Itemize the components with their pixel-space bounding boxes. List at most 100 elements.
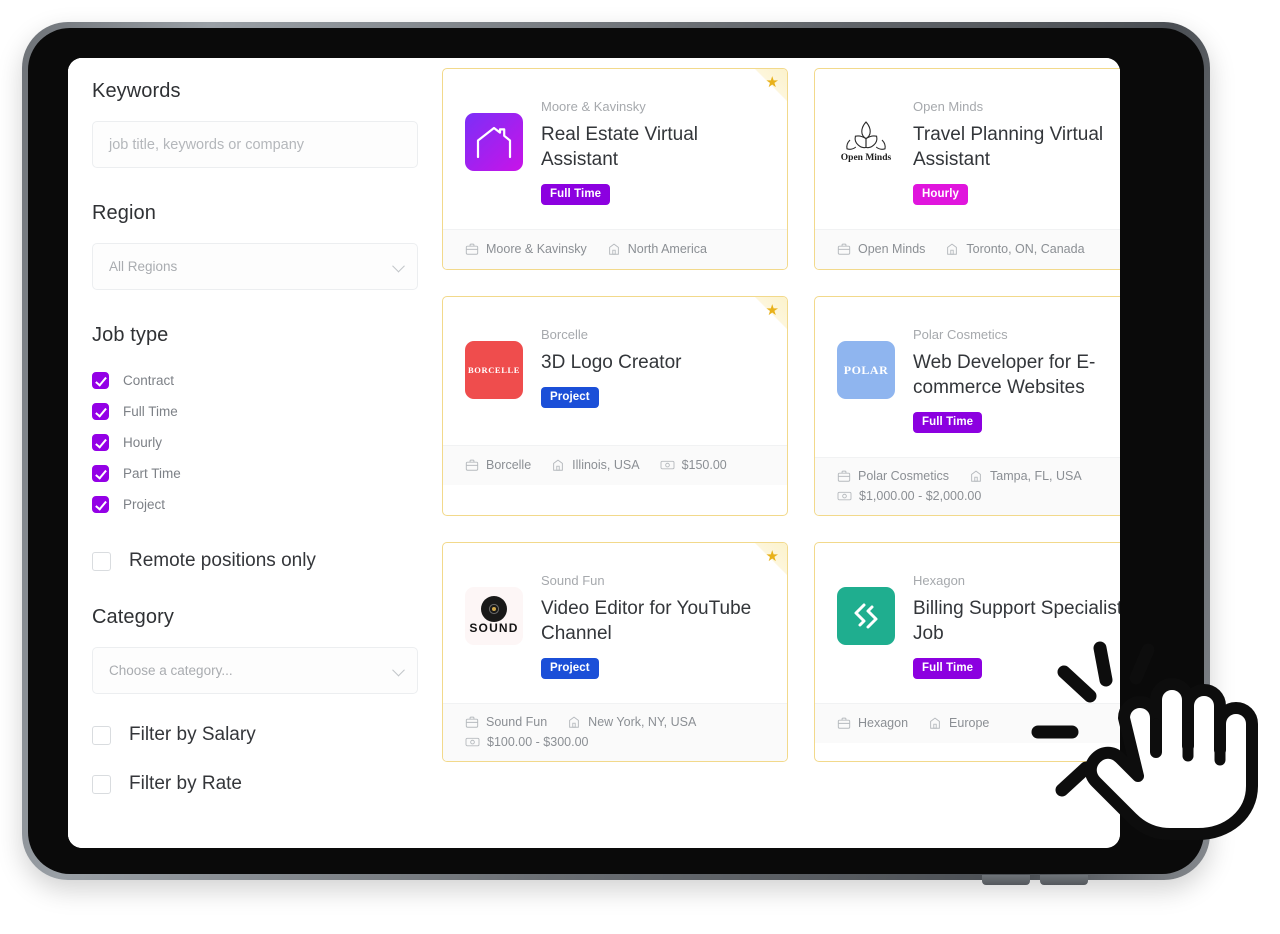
meta-location-text: North America — [627, 242, 707, 257]
briefcase-icon — [465, 243, 479, 255]
meta-company-text: Open Minds — [858, 242, 926, 257]
meta-location: New York, NY, USA — [567, 715, 696, 729]
meta-company-text: Polar Cosmetics — [858, 469, 949, 484]
meta-location: Toronto, ON, Canada — [945, 241, 1085, 257]
meta-salary-text: $150.00 — [681, 458, 727, 473]
featured-ribbon: ★ — [725, 297, 787, 359]
money-icon — [465, 738, 480, 747]
remote-positions-only-row[interactable]: Remote positions only — [92, 550, 414, 572]
job-card[interactable]: ★ — [814, 68, 1120, 271]
meta-location: Tampa, FL, USA — [969, 469, 1082, 483]
featured-ribbon: ★ — [725, 543, 787, 605]
checkbox-project[interactable] — [92, 496, 109, 513]
job-card-company: Hexagon — [913, 573, 966, 589]
job-type-heading: Job type — [92, 324, 169, 346]
job-card-texts: Polar Cosmetics Web Developer for E-comm… — [913, 327, 1120, 434]
region-select[interactable]: All Regions — [92, 243, 418, 290]
category-select[interactable]: Choose a category... — [92, 647, 418, 694]
checkbox-filter-by-salary[interactable] — [92, 725, 111, 745]
location-building-icon — [947, 243, 958, 255]
checkbox-remote-positions-only[interactable] — [92, 551, 111, 571]
star-icon: ★ — [765, 302, 779, 320]
borcelle-wordmark: BORCELLE — [467, 365, 521, 376]
open-minds-wordmark: Open Minds — [841, 153, 892, 163]
job-card-list: ★ Moore & Kavinsky Real Estate Virtual A… — [442, 68, 1120, 763]
featured-ribbon: ★ — [1097, 69, 1120, 131]
job-card-body: Hexagon Billing Support Specialist Job F… — [815, 543, 1120, 703]
keywords-input[interactable]: job title, keywords or company — [92, 121, 418, 168]
job-card[interactable]: ★ Hexagon Billing Support — [814, 542, 1120, 763]
job-card[interactable]: ★ BORCELLE Borcelle 3D Logo Creator Proj… — [442, 296, 788, 517]
meta-company-text: Hexagon — [858, 716, 909, 731]
checkbox-filter-by-rate[interactable] — [92, 774, 111, 794]
keywords-heading: Keywords — [92, 80, 181, 102]
meta-salary-text: $100.00 - $300.00 — [487, 735, 589, 750]
featured-ribbon: ★ — [725, 69, 787, 131]
job-type-option-project[interactable]: Project — [92, 489, 414, 520]
job-card-title[interactable]: Web Developer for E-commerce Websites — [913, 350, 1120, 401]
meta-company: Open Minds — [837, 241, 925, 257]
meta-company: Borcelle — [465, 457, 531, 473]
meta-location: North America — [607, 241, 707, 257]
job-type-option-full-time[interactable]: Full Time — [92, 396, 414, 427]
volume-down-button[interactable] — [1040, 875, 1088, 885]
meta-salary-text: $1,000.00 - $2,000.00 — [859, 489, 982, 504]
briefcase-icon — [837, 470, 851, 482]
job-card[interactable]: ★ POLAR Polar Cosmetics Web Developer fo… — [814, 296, 1120, 517]
checkbox-contract[interactable] — [92, 372, 109, 389]
meta-location-text: Europe — [949, 716, 990, 731]
money-icon — [837, 492, 852, 501]
job-type-option-part-time[interactable]: Part Time — [92, 458, 414, 489]
job-card[interactable]: ★ Moore & Kavinsky Real Estate Virtual A… — [442, 68, 788, 271]
job-type-badge: Project — [541, 658, 599, 680]
meta-location: Illinois, USA — [551, 457, 640, 473]
checkbox-full-time[interactable] — [92, 403, 109, 420]
job-card-body: Open Minds Open Minds Travel Planning Vi… — [815, 69, 1120, 229]
borcelle-logo: BORCELLE — [465, 341, 523, 400]
hexagon-logo — [837, 587, 895, 646]
job-card-title[interactable]: Travel Planning Virtual Assistant — [913, 122, 1120, 173]
job-card[interactable]: ★ SOUND Sound Fun Video Editor for YouTu… — [442, 542, 788, 763]
featured-ribbon: ★ — [1097, 543, 1120, 605]
filter-by-rate-row[interactable]: Filter by Rate — [92, 773, 414, 795]
job-type-badge: Project — [541, 386, 599, 408]
job-card-title[interactable]: Billing Support Specialist Job — [913, 596, 1120, 647]
job-type-option-hourly[interactable]: Hourly — [92, 427, 414, 458]
job-card-texts: Open Minds Travel Planning Virtual Assis… — [913, 99, 1120, 206]
meta-location: Europe — [928, 715, 989, 731]
tablet-device-frame: Keywords job title, keywords or company … — [22, 22, 1210, 885]
polar-wordmark: POLAR — [843, 362, 889, 377]
job-type-option-contract[interactable]: Contract — [92, 365, 414, 396]
meta-location-text: Illinois, USA — [572, 458, 640, 473]
meta-company: Polar Cosmetics — [837, 469, 949, 483]
job-type-label: Hourly — [123, 435, 163, 450]
location-building-icon — [569, 716, 580, 729]
job-results-grid: ★ Moore & Kavinsky Real Estate Virtual A… — [440, 58, 1120, 848]
job-type-badge: Full Time — [913, 412, 983, 434]
meta-salary: $150.00 — [660, 457, 727, 473]
money-icon — [660, 460, 675, 470]
filter-by-salary-row[interactable]: Filter by Salary — [92, 724, 414, 746]
location-building-icon — [553, 459, 564, 471]
code-glyph-icon — [854, 603, 878, 629]
vinyl-record-icon: SOUND — [469, 596, 517, 635]
checkbox-hourly[interactable] — [92, 434, 109, 451]
filter-by-rate-label: Filter by Rate — [129, 773, 242, 794]
job-filters-sidebar: Keywords job title, keywords or company … — [68, 58, 440, 848]
job-card-body: POLAR Polar Cosmetics Web Developer for … — [815, 297, 1120, 457]
meta-location-text: New York, NY, USA — [588, 715, 697, 730]
polar-logo: POLAR — [837, 341, 895, 400]
meta-location-text: Tampa, FL, USA — [990, 469, 1082, 484]
checkbox-part-time[interactable] — [92, 465, 109, 482]
lotus-icon: Open Minds — [841, 121, 892, 163]
briefcase-icon — [837, 243, 851, 255]
job-card-footer: Sound Fun New York, NY, USA $100.00 - $3… — [443, 703, 787, 762]
chevron-down-icon — [392, 259, 405, 272]
job-type-label: Project — [123, 497, 166, 512]
region-heading: Region — [92, 202, 156, 224]
job-type-label: Full Time — [123, 404, 178, 419]
location-building-icon — [930, 717, 940, 730]
meta-company-text: Moore & Kavinsky — [486, 242, 587, 257]
volume-up-button[interactable] — [982, 875, 1030, 885]
house-icon — [476, 126, 512, 159]
